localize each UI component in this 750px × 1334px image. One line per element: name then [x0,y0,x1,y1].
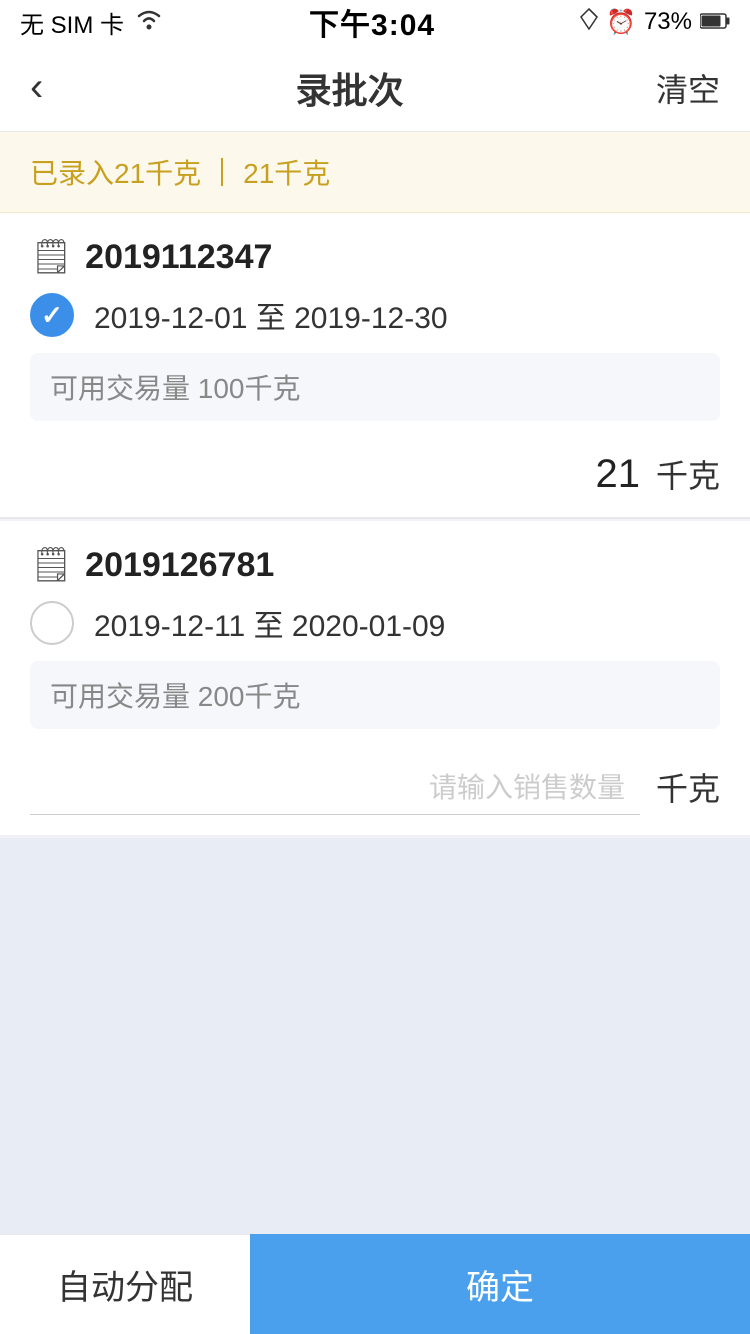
radio-2[interactable] [30,601,74,645]
batch-value-unit-1: 千克 [656,451,720,497]
batch-avail-text-1: 可用交易量 100千克 [50,373,301,404]
batch-id-2: 2019126781 [85,546,274,585]
batch-header-1: 🗒 2019112347 [0,213,750,285]
status-bar-time: 下午3:04 [309,0,435,44]
batch-card-2: 🗒 2019126781 2019-12-11 至 2020-01-09 可用交… [0,521,750,836]
batch-date-row-2[interactable]: 2019-12-11 至 2020-01-09 [0,593,750,653]
doc-icon-1: 🗒 [30,237,73,277]
status-bar-left: 无 SIM 卡 [20,5,164,40]
doc-icon-2: 🗒 [30,545,73,585]
batch-avail-2: 可用交易量 200千克 [30,661,720,729]
page-content: ‹ 录批次 清空 已录入21千克 21千克 🗒 2019112347 2019-… [0,44,750,1334]
status-bar-right: ⏰ 73% [580,8,730,37]
batch-date-row-1[interactable]: 2019-12-01 至 2019-12-30 [0,285,750,345]
batch-quantity-input-2[interactable] [30,759,640,815]
batch-value-num-1: 21 [595,452,640,497]
alarm-icon: ⏰ [606,8,636,37]
battery-text: 73% [644,8,692,36]
batch-unit-2: 千克 [656,764,720,810]
status-bar: 无 SIM 卡 下午3:04 ⏰ 73% [0,0,750,44]
sim-status: 无 SIM 卡 [20,5,124,40]
batch-date-2: 2019-12-11 至 2020-01-09 [94,601,445,645]
summary-banner: 已录入21千克 21千克 [0,132,750,213]
batch-header-2: 🗒 2019126781 [0,521,750,593]
batch-value-display-1: 21 千克 [0,441,750,519]
batch-card-1: 🗒 2019112347 2019-12-01 至 2019-12-30 可用交… [0,213,750,519]
summary-divider [221,158,223,186]
summary-value: 21千克 [243,152,330,192]
page-title: 录批次 [296,62,404,114]
battery-icon [700,8,730,36]
batch-date-1: 2019-12-01 至 2019-12-30 [94,293,448,337]
summary-label: 已录入21千克 [30,152,201,192]
confirm-button[interactable]: 确定 [250,1234,750,1334]
auto-distribute-button[interactable]: 自动分配 [0,1234,250,1334]
wifi-icon [134,8,164,37]
batch-avail-1: 可用交易量 100千克 [30,353,720,421]
batch-id-1: 2019112347 [85,238,272,277]
radio-1[interactable] [30,293,74,337]
back-button[interactable]: ‹ [30,65,43,110]
clear-button[interactable]: 清空 [656,65,720,111]
location-icon [580,8,598,37]
batch-input-row-2: 千克 [0,749,750,836]
batch-avail-text-2: 可用交易量 200千克 [50,681,301,712]
bottom-bar: 自动分配 确定 [0,1234,750,1334]
nav-bar: ‹ 录批次 清空 [0,44,750,132]
